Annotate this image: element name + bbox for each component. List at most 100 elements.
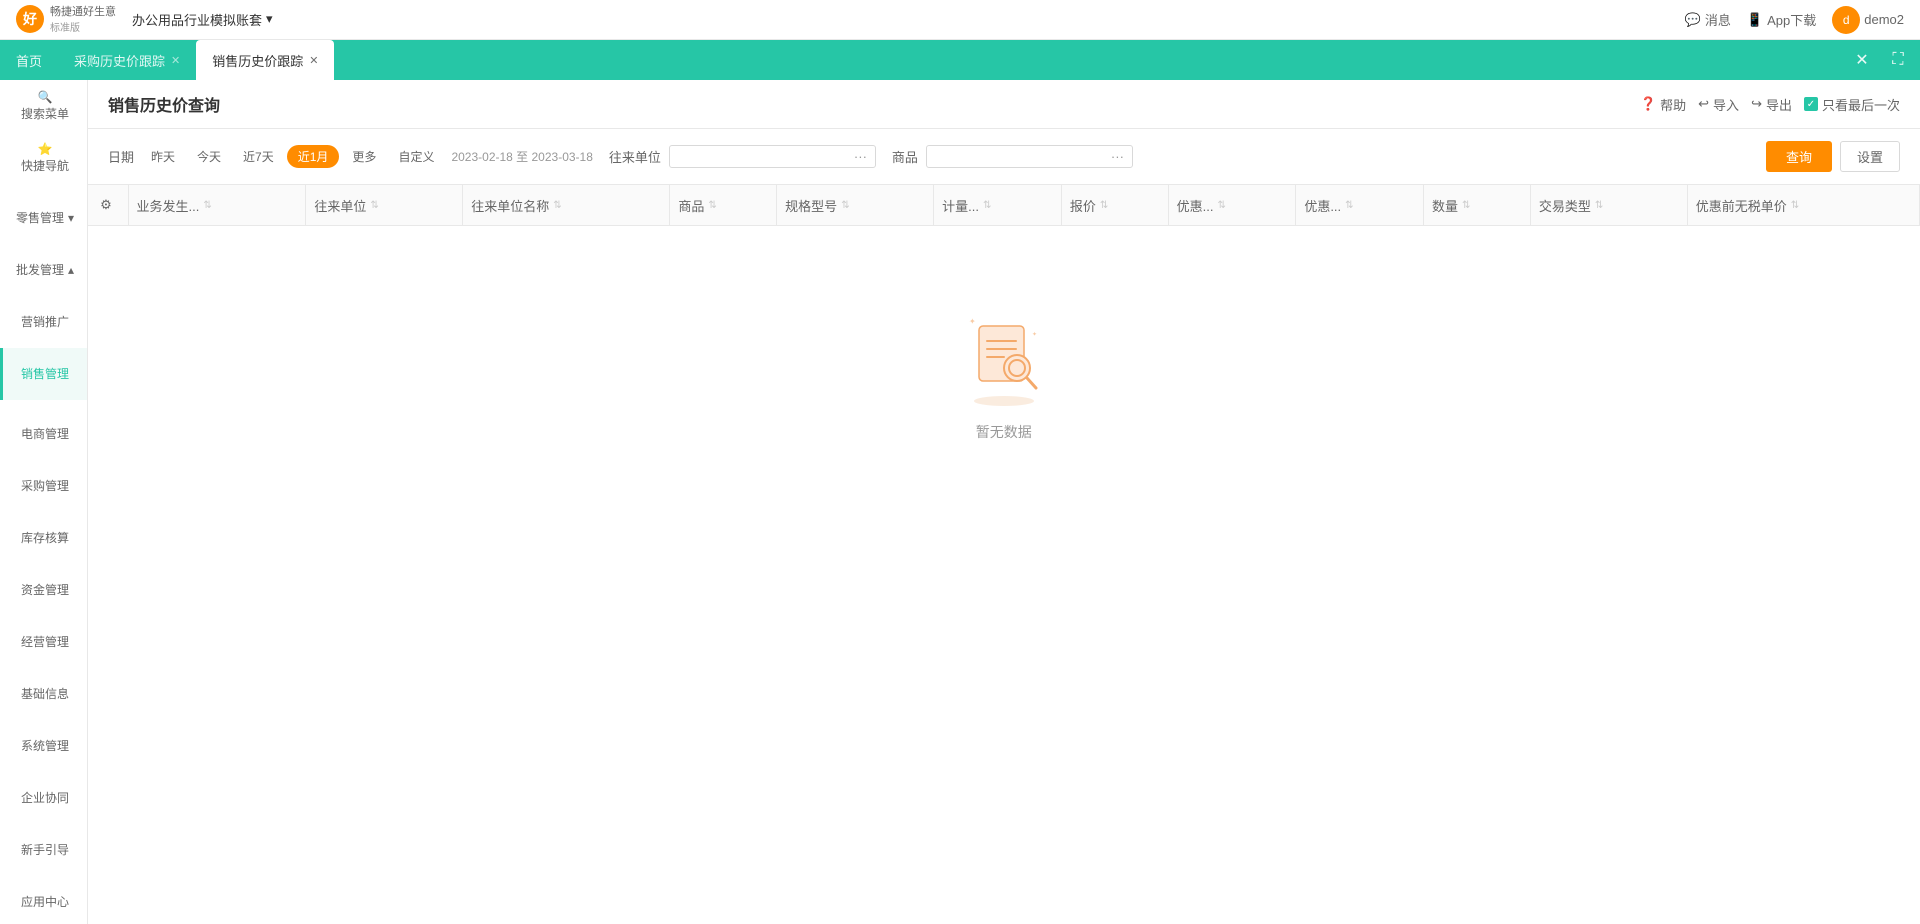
th-unit: 计量... ⇅ (934, 185, 1062, 226)
import-btn[interactable]: ↩ 导入 (1698, 95, 1739, 114)
th-discount2: 优惠... ⇅ (1296, 185, 1424, 226)
tab-sales-close[interactable]: ✕ (309, 54, 318, 67)
sidebar-item-system[interactable]: 系统管理 (0, 720, 87, 772)
sidebar-search-label: 搜索菜单 (21, 106, 69, 123)
partner-input[interactable] (678, 149, 854, 164)
sort-biz-date-icon[interactable]: ⇅ (203, 200, 211, 211)
help-icon: ❓ (1640, 96, 1656, 112)
sort-pretax-price-icon[interactable]: ⇅ (1791, 200, 1799, 211)
table-body: ✦ ✦ 暂无数据 (88, 226, 1920, 523)
logo-icon: 好 (16, 5, 44, 33)
sidebar-quick-nav-label: 快捷导航 (21, 158, 69, 175)
sidebar-item-operations[interactable]: 经营管理 (0, 616, 87, 668)
settings-btn[interactable]: 设置 (1840, 141, 1900, 172)
goods-input[interactable] (935, 149, 1111, 164)
empty-svg: ✦ ✦ (954, 306, 1054, 406)
sidebar-item-purchase[interactable]: 采购管理 (0, 460, 87, 512)
sidebar-guide-label: 新手引导 (21, 842, 69, 859)
col-spec: 规格型号 ⇅ (785, 196, 925, 215)
empty-icon: ✦ ✦ (954, 306, 1054, 406)
th-quote-label: 报价 (1070, 196, 1096, 215)
sidebar-item-sales-mgmt[interactable]: 销售管理 (0, 348, 87, 400)
sidebar-item-retail[interactable]: 零售管理 ▾ (0, 192, 87, 244)
sidebar-item-ecom[interactable]: 电商管理 (0, 408, 87, 460)
tab-home[interactable]: 首页 (0, 40, 58, 80)
tab-sales-history[interactable]: 销售历史价跟踪 ✕ (196, 40, 334, 80)
col-unit: 计量... ⇅ (942, 196, 1053, 215)
date-btn-yesterday[interactable]: 昨天 (142, 145, 184, 168)
th-discount1: 优惠... ⇅ (1168, 185, 1296, 226)
date-range: 2023-02-18 至 2023-03-18 (451, 148, 592, 165)
user-area[interactable]: d demo2 (1832, 6, 1904, 34)
sidebar-item-new-guide[interactable]: 新手引导 (0, 824, 87, 876)
sidebar-wholesale-label: 批发管理 (16, 262, 64, 279)
sort-qty-icon[interactable]: ⇅ (1462, 200, 1470, 211)
sort-spec-icon[interactable]: ⇅ (841, 200, 849, 211)
th-partner-code-label: 往来单位 (314, 196, 366, 215)
date-buttons: 昨天 今天 近7天 近1月 更多 自定义 (142, 145, 443, 168)
sort-goods-icon[interactable]: ⇅ (708, 200, 716, 211)
app-selector-chevron: ▾ (266, 11, 273, 27)
sort-discount2-icon[interactable]: ⇅ (1345, 200, 1353, 211)
app-download-label: App下载 (1767, 10, 1816, 29)
sort-discount1-icon[interactable]: ⇅ (1217, 200, 1225, 211)
date-btn-7days[interactable]: 近7天 (234, 145, 283, 168)
col-partner-name: 往来单位名称 ⇅ (471, 196, 661, 215)
wholesale-arrow-icon: ▴ (68, 262, 74, 279)
date-btn-more[interactable]: 更多 (343, 145, 385, 168)
th-pretax-price-label: 优惠前无税单价 (1696, 196, 1787, 215)
export-btn[interactable]: ↪ 导出 (1751, 95, 1792, 114)
sidebar-item-app-center[interactable]: 应用中心 (0, 876, 87, 924)
th-qty-label: 数量 (1432, 196, 1458, 215)
tab-close-all-btn[interactable]: ✕ (1848, 46, 1876, 74)
logo-text-wrap: 畅捷通好生意 标准版 (50, 5, 116, 34)
col-discount2: 优惠... ⇅ (1304, 196, 1415, 215)
sidebar-item-corp-coop[interactable]: 企业协同 (0, 772, 87, 824)
app-selector[interactable]: 办公用品行业模拟账套 ▾ (124, 6, 281, 33)
sort-partner-code-icon[interactable]: ⇅ (370, 200, 378, 211)
sidebar-item-inventory[interactable]: 库存核算 (0, 512, 87, 564)
sidebar-item-marketing[interactable]: 营销推广 (0, 296, 87, 348)
sort-quote-icon[interactable]: ⇅ (1100, 200, 1108, 211)
sort-unit-icon[interactable]: ⇅ (983, 200, 991, 211)
date-btn-1month[interactable]: 近1月 (287, 145, 340, 168)
partner-label: 往来单位 (609, 147, 661, 166)
query-btn[interactable]: 查询 (1766, 141, 1832, 172)
col-partner-code: 往来单位 ⇅ (314, 196, 454, 215)
logo-text: 畅捷通好生意 (50, 5, 116, 19)
gear-settings-icon[interactable]: ⚙ (96, 195, 116, 215)
goods-input-wrap: ··· (926, 145, 1133, 168)
only-last-checkbox[interactable]: ✓ 只看最后一次 (1804, 95, 1900, 114)
partner-filter-group: 往来单位 ··· (609, 145, 876, 168)
tab-fullscreen-btn[interactable]: ⛶ (1884, 46, 1912, 74)
tab-bar-actions: ✕ ⛶ (1848, 46, 1920, 74)
sidebar-marketing-label: 营销推广 (21, 314, 69, 331)
goods-dots-btn[interactable]: ··· (1111, 149, 1124, 164)
partner-dots-btn[interactable]: ··· (854, 149, 867, 164)
date-btn-custom[interactable]: 自定义 (389, 145, 443, 168)
message-btn[interactable]: 💬 消息 (1685, 10, 1731, 29)
sidebar-item-search[interactable]: 🔍 搜索菜单 (0, 80, 87, 132)
sidebar-item-wholesale[interactable]: 批发管理 ▴ (0, 244, 87, 296)
sidebar-item-quick-nav[interactable]: ⭐ 快捷导航 (0, 132, 87, 184)
export-icon: ↪ (1751, 96, 1762, 112)
tab-purchase-label: 采购历史价跟踪 (74, 51, 165, 70)
sidebar-item-basic-info[interactable]: 基础信息 (0, 668, 87, 720)
date-filter-group: 日期 昨天 今天 近7天 近1月 更多 自定义 2023-02-18 至 202… (108, 145, 593, 168)
logo-area: 好 畅捷通好生意 标准版 (16, 5, 116, 34)
sort-partner-name-icon[interactable]: ⇅ (553, 200, 561, 211)
sort-trade-type-icon[interactable]: ⇅ (1595, 200, 1603, 211)
page-actions: ❓ 帮助 ↩ 导入 ↪ 导出 ✓ 只看最后一次 (1640, 95, 1900, 114)
sidebar-system-label: 系统管理 (21, 738, 69, 755)
search-icon: 🔍 (38, 89, 53, 106)
svg-text:✦: ✦ (1032, 331, 1037, 338)
sidebar-item-finance[interactable]: 资金管理 (0, 564, 87, 616)
empty-cell: ✦ ✦ 暂无数据 (88, 226, 1920, 523)
tab-purchase-history[interactable]: 采购历史价跟踪 ✕ (58, 40, 196, 80)
page-title: 销售历史价查询 (108, 92, 220, 116)
app-download-btn[interactable]: 📱 App下载 (1747, 10, 1816, 29)
help-btn[interactable]: ❓ 帮助 (1640, 95, 1686, 114)
date-btn-today[interactable]: 今天 (188, 145, 230, 168)
tab-purchase-close[interactable]: ✕ (171, 54, 180, 67)
export-label: 导出 (1766, 95, 1792, 114)
